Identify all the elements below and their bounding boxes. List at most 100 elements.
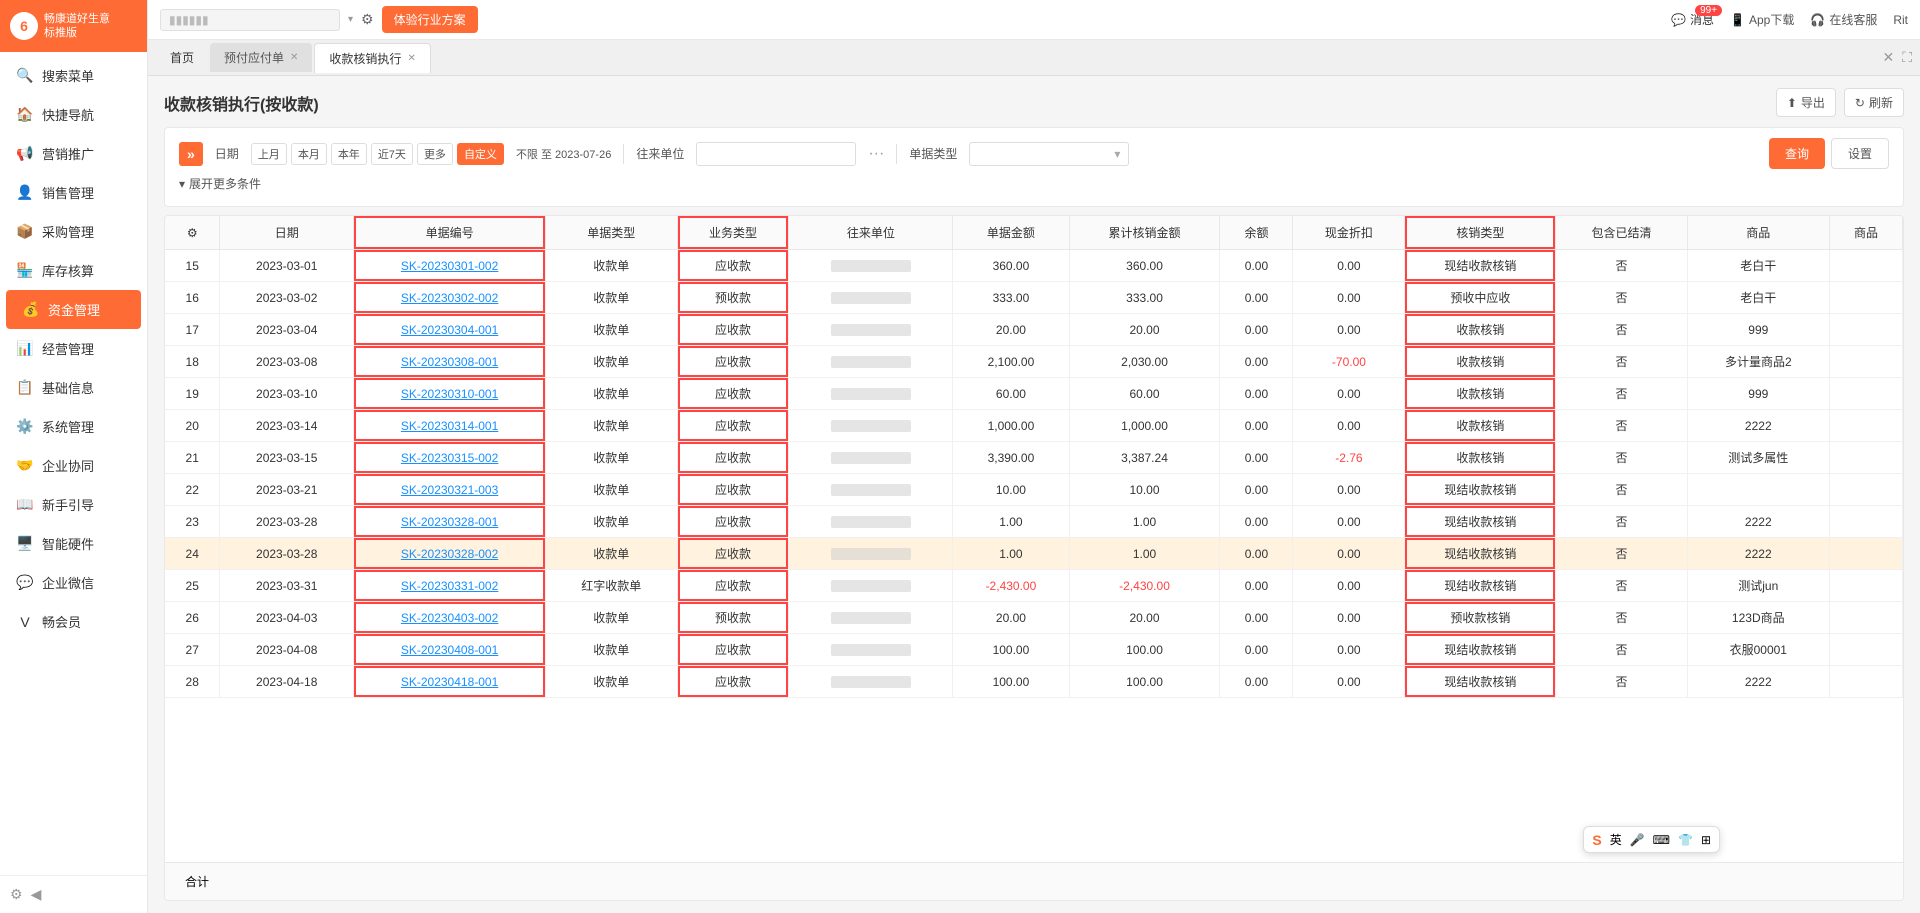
cell-docnum[interactable]: SK-20230328-001 (354, 506, 546, 538)
voucher-type-select[interactable]: ▾ (969, 142, 1129, 166)
cell-seq: 17 (165, 314, 220, 346)
date-label: 日期 (215, 145, 239, 162)
cell-product: 2222 (1687, 506, 1829, 538)
sidebar-item-basic[interactable]: 📋基础信息 (0, 368, 147, 407)
sidebar-item-wechat[interactable]: 💬企业微信 (0, 563, 147, 602)
filter-dots[interactable]: ··· (868, 145, 884, 163)
cell-cumulative: 333.00 (1069, 282, 1220, 314)
tab-receipt-close-icon[interactable]: ✕ (407, 53, 415, 64)
dropdown-arrow-icon[interactable]: ▾ (348, 14, 353, 25)
cell-docnum[interactable]: SK-20230302-002 (354, 282, 546, 314)
last-month-button[interactable]: 上月 (251, 143, 287, 165)
cell-docnum[interactable]: SK-20230315-002 (354, 442, 546, 474)
tab-prepay[interactable]: 预付应付单 ✕ (210, 43, 312, 72)
table-scroll-area[interactable]: ⚙ 日期 单据编号 单据类型 业务类型 往来单位 单据金额 累计核销金额 余额 … (165, 216, 1903, 862)
filter-settings-button[interactable]: 设置 (1831, 138, 1889, 169)
cell-amount: 1.00 (953, 538, 1069, 570)
sidebar-item-marketing[interactable]: 📢营销推广 (0, 134, 147, 173)
cell-seq: 22 (165, 474, 220, 506)
cell-docnum[interactable]: SK-20230418-001 (354, 666, 546, 698)
sidebar-item-member[interactable]: V畅会员 (0, 602, 147, 641)
cell-date: 2023-03-28 (220, 538, 354, 570)
tab-prepay-close-icon[interactable]: ✕ (290, 52, 298, 63)
sidebar-item-hardware[interactable]: 🖥️智能硬件 (0, 524, 147, 563)
cell-docnum[interactable]: SK-20230301-002 (354, 250, 546, 282)
custom-date-button[interactable]: 自定义 (457, 143, 504, 165)
this-year-button[interactable]: 本年 (331, 143, 367, 165)
cell-cashdiscount: 0.00 (1293, 538, 1405, 570)
window-close-icon[interactable]: ✕ (1882, 49, 1894, 66)
this-month-button[interactable]: 本月 (291, 143, 327, 165)
sidebar-item-enterprise[interactable]: 🤝企业协同 (0, 446, 147, 485)
ime-mic-icon[interactable]: 🎤 (1630, 833, 1645, 847)
tab-bar: 首页 预付应付单 ✕ 收款核销执行 ✕ ✕ ⛶ (148, 40, 1920, 76)
table-row: 212023-03-15SK-20230315-002收款单应收款3,390.0… (165, 442, 1903, 474)
cell-docnum[interactable]: SK-20230331-002 (354, 570, 546, 602)
cell-doctype: 收款单 (546, 602, 677, 634)
last-7days-button[interactable]: 近7天 (371, 143, 413, 165)
member-icon: V (16, 613, 34, 631)
sidebar-item-purchase[interactable]: 📦采购管理 (0, 212, 147, 251)
cell-docnum[interactable]: SK-20230308-001 (354, 346, 546, 378)
cell-product2 (1829, 602, 1902, 634)
cell-docnum[interactable]: SK-20230408-001 (354, 634, 546, 666)
cell-product2 (1829, 666, 1902, 698)
cell-seq: 21 (165, 442, 220, 474)
solution-button[interactable]: 体验行业方案 (382, 6, 478, 33)
cell-date: 2023-04-18 (220, 666, 354, 698)
cell-date: 2023-03-28 (220, 506, 354, 538)
sidebar-item-system[interactable]: ⚙️系统管理 (0, 407, 147, 446)
sidebar-label-purchase: 采购管理 (42, 222, 94, 241)
cell-date: 2023-03-15 (220, 442, 354, 474)
more-date-button[interactable]: 更多 (417, 143, 453, 165)
cell-docnum[interactable]: SK-20230403-002 (354, 602, 546, 634)
partner-input[interactable] (696, 142, 856, 166)
cell-amount: -2,430.00 (953, 570, 1069, 602)
tab-home[interactable]: 首页 (156, 43, 208, 72)
online-service-button[interactable]: 🎧 在线客服 (1810, 11, 1877, 28)
sidebar-label-marketing: 营销推广 (42, 144, 94, 163)
sidebar-label-finance: 资金管理 (48, 300, 100, 319)
sidebar-item-sales[interactable]: 👤销售管理 (0, 173, 147, 212)
topbar-search-box[interactable]: ▮▮▮▮▮▮ (160, 9, 340, 31)
sidebar-item-inventory[interactable]: 🏪库存核算 (0, 251, 147, 290)
table-row: 162023-03-02SK-20230302-002收款单预收款333.003… (165, 282, 1903, 314)
sidebar-item-operation[interactable]: 📊经营管理 (0, 329, 147, 368)
refresh-button[interactable]: ↻ 刷新 (1844, 88, 1904, 117)
filter-toggle-button[interactable]: » (179, 142, 203, 166)
ime-shirt-icon[interactable]: 👕 (1678, 833, 1693, 847)
window-expand-icon[interactable]: ⛶ (1902, 49, 1912, 66)
cell-amount: 360.00 (953, 250, 1069, 282)
topbar-gear-icon[interactable]: ⚙ (361, 11, 374, 28)
sidebar-item-finance[interactable]: 💰资金管理 (6, 290, 141, 329)
date-quick-buttons: 上月 本月 本年 近7天 更多 自定义 (251, 143, 504, 165)
ime-grid-icon[interactable]: ⊞ (1701, 833, 1711, 847)
headset-icon: 🎧 (1810, 13, 1825, 27)
cell-docnum[interactable]: SK-20230314-001 (354, 410, 546, 442)
cell-includesettled: 否 (1556, 314, 1687, 346)
sidebar-item-quick[interactable]: 🏠快捷导航 (0, 95, 147, 134)
cell-docnum[interactable]: SK-20230321-003 (354, 474, 546, 506)
cell-partner (789, 570, 953, 602)
message-button[interactable]: 💬 消息 99+ (1671, 11, 1714, 28)
expand-button[interactable]: ▾ 展开更多条件 (179, 175, 1889, 192)
cell-docnum[interactable]: SK-20230310-001 (354, 378, 546, 410)
query-button[interactable]: 查询 (1769, 138, 1825, 169)
sidebar-item-search[interactable]: 🔍搜索菜单 (0, 56, 147, 95)
cell-seq: 20 (165, 410, 220, 442)
export-button[interactable]: ⬆ 导出 (1776, 88, 1836, 117)
ime-keyboard-icon[interactable]: ⌨ (1653, 833, 1670, 847)
cell-docnum[interactable]: SK-20230304-001 (354, 314, 546, 346)
tab-receipt[interactable]: 收款核销执行 ✕ (314, 43, 430, 73)
settings-icon[interactable]: ⚙ (10, 886, 23, 903)
cell-cumulative: 10.00 (1069, 474, 1220, 506)
cell-doctype: 收款单 (546, 410, 677, 442)
filter-bar: » 日期 上月 本月 本年 近7天 更多 自定义 不限 至 2023-07-26… (164, 127, 1904, 207)
col-gear-header[interactable]: ⚙ (165, 216, 220, 250)
collapse-icon[interactable]: ◀ (31, 886, 42, 903)
cell-docnum[interactable]: SK-20230328-002 (354, 538, 546, 570)
app-download-button[interactable]: 📱 App下载 (1730, 11, 1794, 28)
sidebar-item-guide[interactable]: 📖新手引导 (0, 485, 147, 524)
sidebar-label-basic: 基础信息 (42, 378, 94, 397)
table-row: 152023-03-01SK-20230301-002收款单应收款360.003… (165, 250, 1903, 282)
